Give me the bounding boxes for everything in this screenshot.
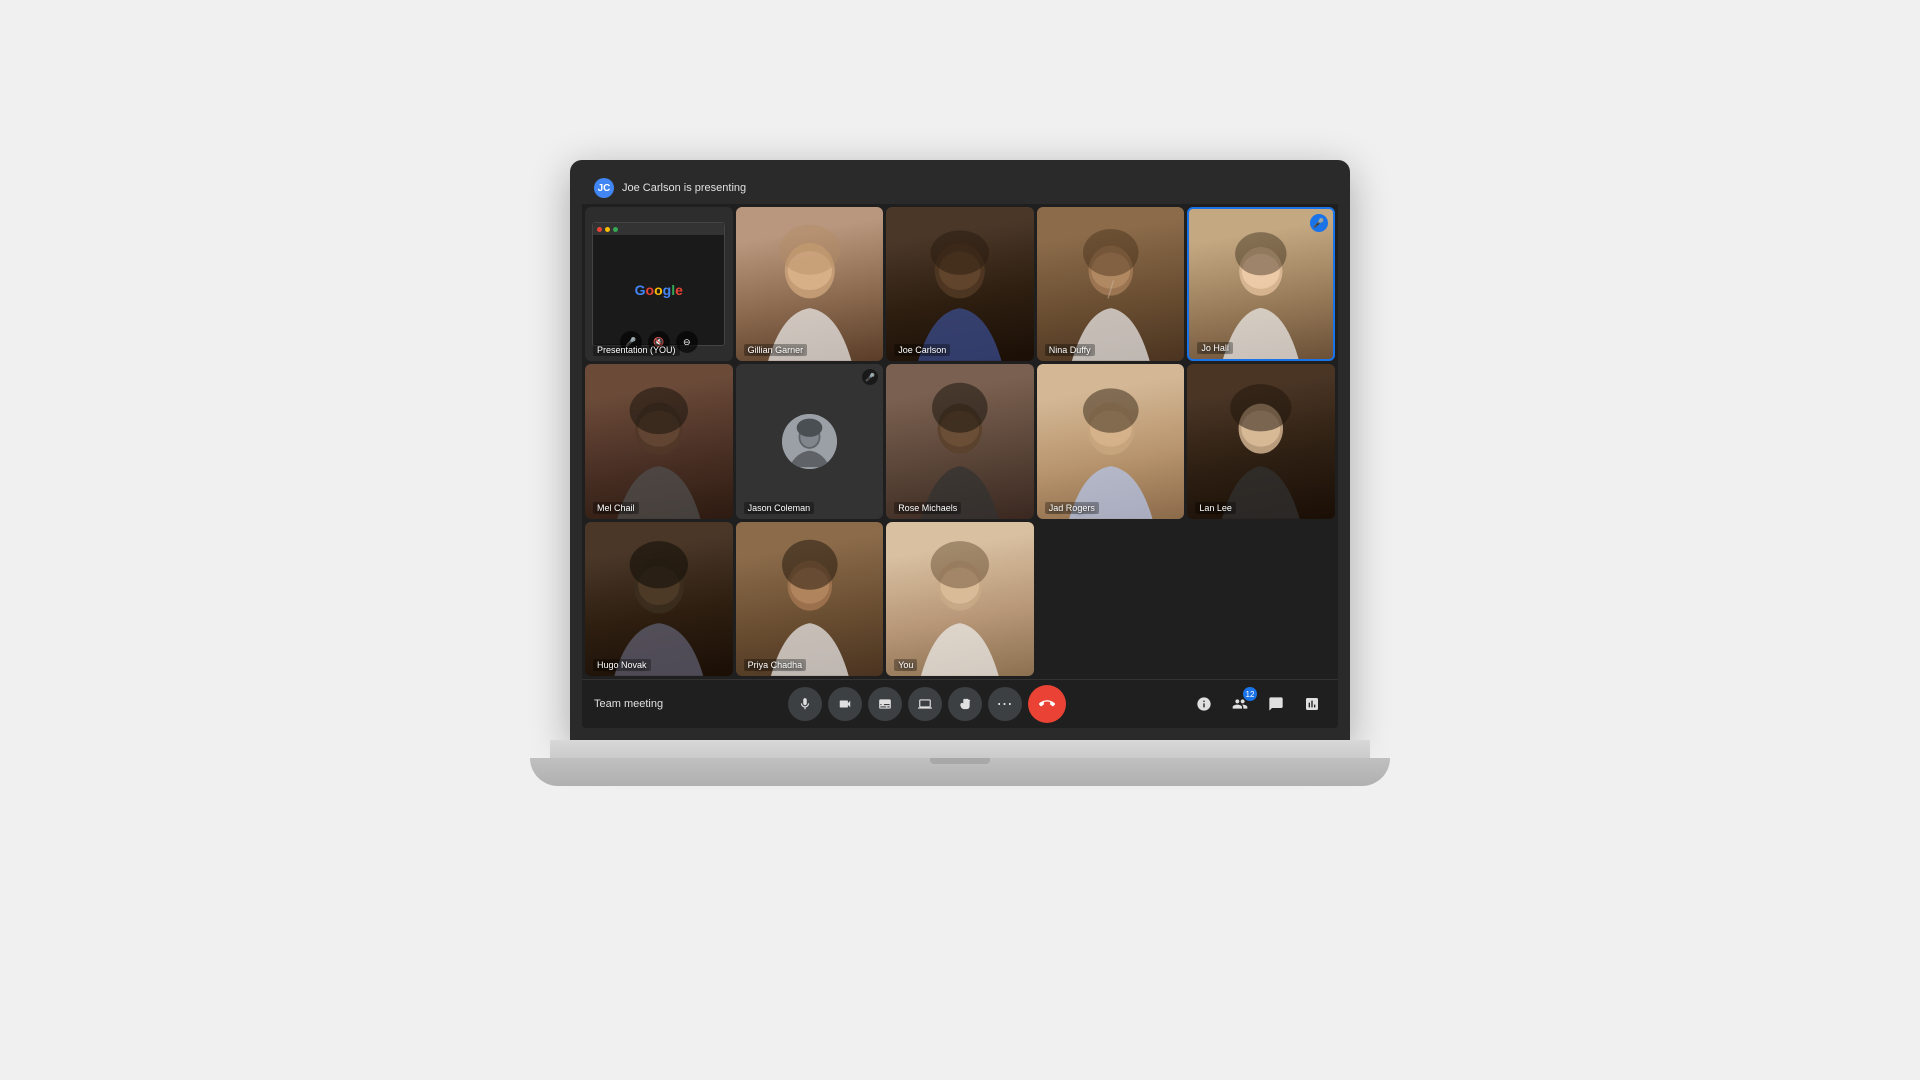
end-call-button[interactable] (1028, 685, 1066, 723)
tile-name-jason: Jason Coleman (744, 502, 815, 514)
participants-button[interactable]: 12 (1226, 690, 1254, 718)
controls-right: 12 (1190, 690, 1326, 718)
pres-dot-green (613, 227, 618, 232)
tile-nina-duffy[interactable]: Nina Duffy (1037, 207, 1185, 361)
speaking-indicator: 🎤 (1310, 214, 1328, 232)
tile-priya-chadha[interactable]: Priya Chadha (736, 522, 884, 676)
jason-avatar (782, 414, 837, 469)
tile-name-priya: Priya Chadha (744, 659, 807, 671)
rose-silhouette (886, 380, 1034, 519)
pres-dot-red (597, 227, 602, 232)
mel-silhouette (585, 380, 733, 519)
more-options-button[interactable]: ⋯ (988, 687, 1022, 721)
jason-avatar-svg (782, 414, 837, 469)
tile-you[interactable]: You (886, 522, 1034, 676)
tile-name-jo: Jo Hall (1197, 342, 1233, 354)
presenter-bar: JC Joe Carlson is presenting (582, 172, 1338, 204)
presenter-text: Joe Carlson is presenting (622, 182, 746, 194)
tile-name-you: You (894, 659, 917, 671)
captions-button[interactable] (868, 687, 902, 721)
joe-silhouette (886, 222, 1034, 361)
tile-jason-coleman[interactable]: 🎤 Jason Coleman (736, 364, 884, 518)
tile-name-rose: Rose Michaels (894, 502, 961, 514)
info-button[interactable] (1190, 690, 1218, 718)
tile-name-mel: Mel Chail (593, 502, 639, 514)
tile-name-gillian: Gillian Garner (744, 344, 808, 356)
participants-badge: 12 (1243, 687, 1257, 701)
presentation-content: Google (635, 235, 683, 344)
nina-silhouette (1037, 222, 1185, 361)
chat-button[interactable] (1262, 690, 1290, 718)
tile-joe-carlson[interactable]: Joe Carlson (886, 207, 1034, 361)
jo-silhouette (1189, 224, 1333, 359)
tile-name-nina: Nina Duffy (1045, 344, 1095, 356)
gillian-silhouette (736, 222, 884, 361)
meeting-title: Team meeting (594, 698, 663, 710)
tile-jad-rogers[interactable]: Jad Rogers (1037, 364, 1185, 518)
tile-name-lan: Lan Lee (1195, 502, 1236, 514)
laptop-bezel: JC Joe Carlson is presenting (570, 160, 1350, 740)
lan-silhouette (1187, 380, 1335, 519)
laptop-screen: JC Joe Carlson is presenting (582, 172, 1338, 728)
tile-lan-lee[interactable]: Lan Lee (1187, 364, 1335, 518)
present-button[interactable] (908, 687, 942, 721)
tile-name-jad: Jad Rogers (1045, 502, 1099, 514)
mic-button[interactable] (788, 687, 822, 721)
tile-rose-michaels[interactable]: Rose Michaels (886, 364, 1034, 518)
raise-hand-button[interactable] (948, 687, 982, 721)
presentation-tile[interactable]: Google 🎤 🔇 ⊖ Presentation (YOU) (585, 207, 733, 361)
tile-gillian-garner[interactable]: Gillian Garner (736, 207, 884, 361)
mute-indicator-jason: 🎤 (862, 369, 878, 385)
laptop-notch (930, 758, 990, 764)
tile-name-presentation: Presentation (YOU) (593, 344, 680, 356)
you-silhouette (886, 537, 1034, 676)
tile-name-hugo: Hugo Novak (593, 659, 651, 671)
activities-button[interactable] (1298, 690, 1326, 718)
tile-mel-chail[interactable]: Mel Chail (585, 364, 733, 518)
video-grid: Google 🎤 🔇 ⊖ Presentation (YOU) (582, 204, 1338, 679)
presenter-avatar: JC (594, 178, 614, 198)
meet-app: JC Joe Carlson is presenting (582, 172, 1338, 728)
tile-jo-hall[interactable]: 🎤 Jo Hall (1187, 207, 1335, 361)
priya-silhouette (736, 537, 884, 676)
tile-name-joe: Joe Carlson (894, 344, 950, 356)
jad-silhouette (1037, 380, 1185, 519)
controls-center: ⋯ (788, 685, 1066, 723)
camera-button[interactable] (828, 687, 862, 721)
tile-hugo-novak[interactable]: Hugo Novak (585, 522, 733, 676)
pres-dot-yellow (605, 227, 610, 232)
bottom-bar: Team meeting (582, 679, 1338, 728)
google-logo: Google (635, 282, 683, 298)
laptop-shell: JC Joe Carlson is presenting (550, 160, 1370, 920)
hugo-silhouette (585, 537, 733, 676)
